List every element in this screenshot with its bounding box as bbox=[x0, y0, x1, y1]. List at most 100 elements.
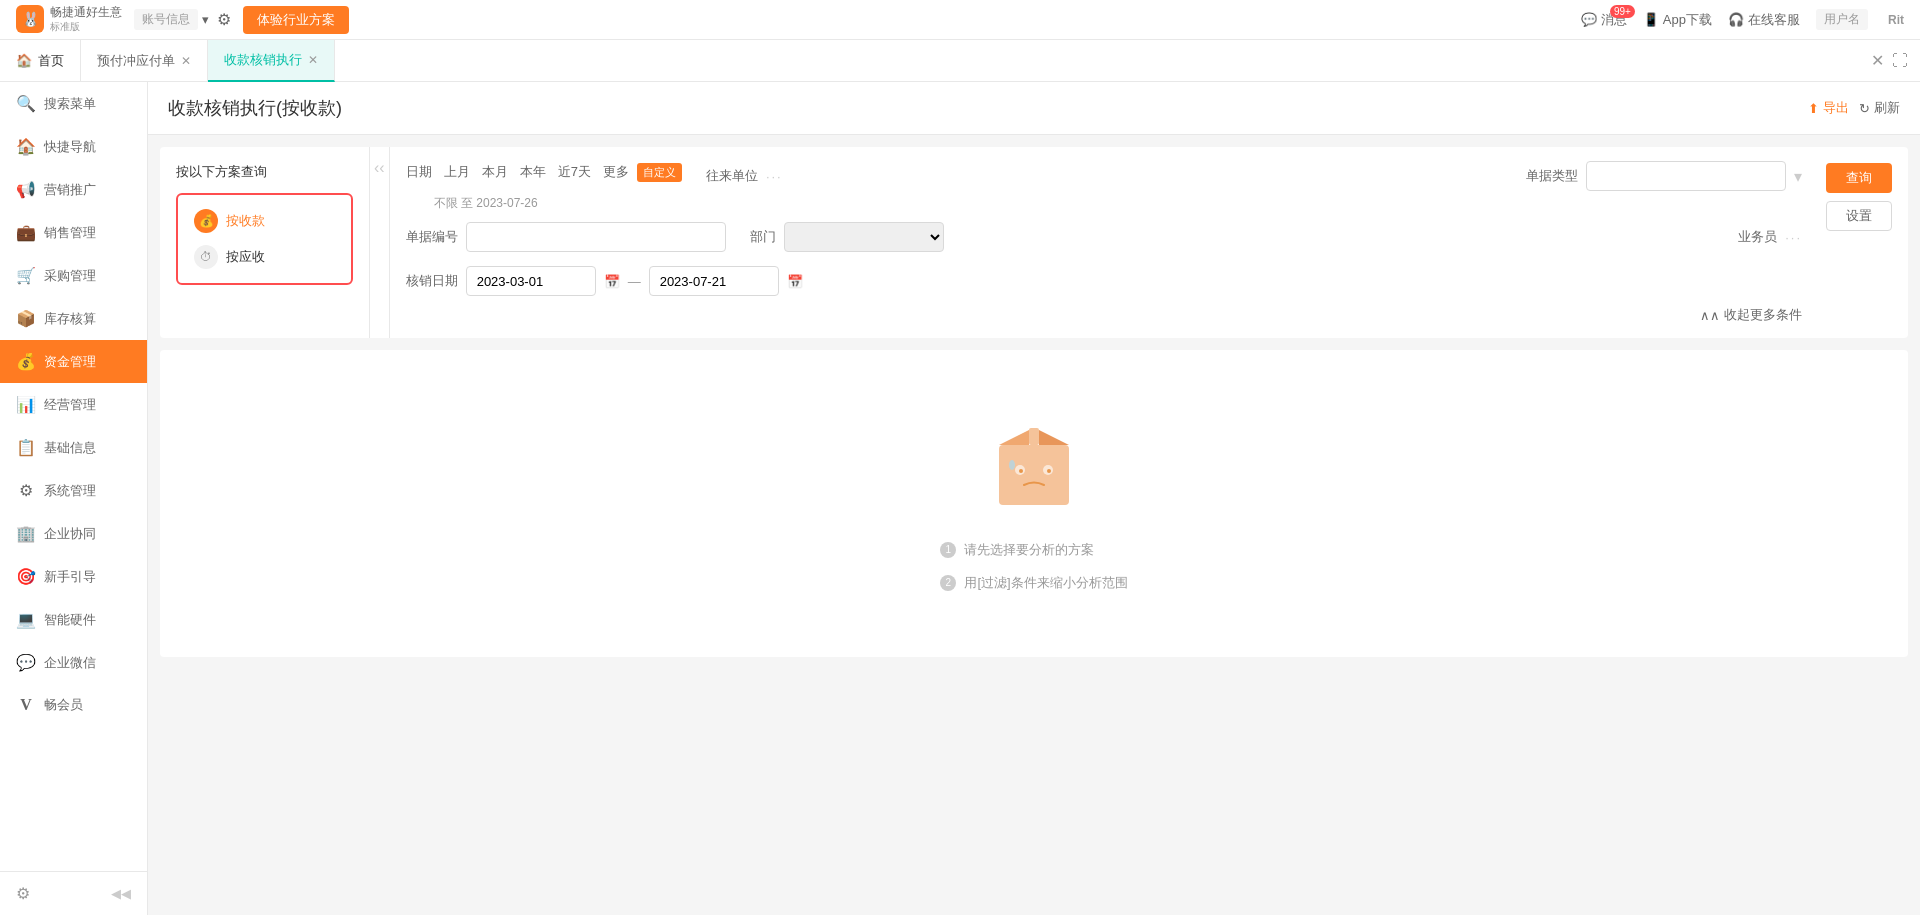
filter-sidebar: 按以下方案查询 💰 按收款 ⏱ 按应收 bbox=[160, 147, 370, 338]
sidebar-item-weixin[interactable]: 💬 企业微信 bbox=[0, 641, 147, 684]
industry-btn[interactable]: 体验行业方案 bbox=[243, 6, 349, 34]
doc-type-filter: 单据类型 ▾ bbox=[1526, 161, 1802, 191]
dept-select[interactable] bbox=[784, 222, 944, 252]
receipt-icon: 💰 bbox=[194, 209, 218, 233]
date-filter: 日期 上月 本月 本年 近7天 更多 自定义 bbox=[406, 161, 682, 183]
hint-num-1: 1 bbox=[940, 542, 956, 558]
home-nav-icon: 🏠 bbox=[16, 137, 36, 156]
counterpart-label: 往来单位 bbox=[706, 167, 758, 185]
export-btn[interactable]: ⬆ 导出 bbox=[1808, 99, 1849, 117]
logo-sub: 标准版 bbox=[50, 20, 122, 34]
finance-icon: 💰 bbox=[16, 352, 36, 371]
date-btn-7days[interactable]: 近7天 bbox=[554, 161, 595, 183]
tab-receivable-close[interactable]: ✕ bbox=[308, 53, 318, 67]
sidebar-item-member[interactable]: V 畅会员 bbox=[0, 684, 147, 726]
page-content: 收款核销执行(按收款) ⬆ 导出 ↻ 刷新 按以下方案查询 bbox=[148, 82, 1920, 915]
filter-collapse-handle[interactable]: ‹‹ bbox=[370, 147, 390, 338]
sidebar-item-search[interactable]: 🔍 搜索菜单 bbox=[0, 82, 147, 125]
tab-expand-icon[interactable]: ⛶ bbox=[1892, 52, 1908, 70]
settings-bottom-icon[interactable]: ⚙ bbox=[16, 884, 30, 903]
doc-type-dropdown-icon: ▾ bbox=[1794, 167, 1802, 186]
sidebar-item-nav-label: 快捷导航 bbox=[44, 138, 96, 156]
message-icon: 💬 bbox=[1581, 12, 1597, 27]
filter-main: 日期 上月 本月 本年 近7天 更多 自定义 bbox=[390, 147, 1818, 338]
date-label: 日期 bbox=[406, 163, 432, 181]
staff-label: 业务员 bbox=[1738, 228, 1777, 246]
service-btn[interactable]: 🎧 在线客服 bbox=[1728, 11, 1800, 29]
sidebar-item-marketing[interactable]: 📢 营销推广 bbox=[0, 168, 147, 211]
doc-no-filter: 单据编号 bbox=[406, 222, 726, 252]
collapse-more-btn[interactable]: ∧∧ 收起更多条件 bbox=[1700, 306, 1802, 324]
filter-option-receipt[interactable]: 💰 按收款 bbox=[186, 203, 343, 239]
sidebar-item-nav[interactable]: 🏠 快捷导航 bbox=[0, 125, 147, 168]
sidebar-item-collab[interactable]: 🏢 企业协同 bbox=[0, 512, 147, 555]
user-label[interactable]: 用户名 bbox=[1816, 9, 1868, 30]
sidebar-item-guide-label: 新手引导 bbox=[44, 568, 96, 586]
hint-text-1: 请先选择要分析的方案 bbox=[964, 536, 1094, 565]
verify-date-separator: — bbox=[628, 274, 641, 289]
page-title: 收款核销执行(按收款) bbox=[168, 96, 342, 134]
sidebar-item-guide[interactable]: 🎯 新手引导 bbox=[0, 555, 147, 598]
sidebar-item-finance[interactable]: 💰 资金管理 bbox=[0, 340, 147, 383]
svg-rect-1 bbox=[1029, 428, 1039, 445]
date-range-text: 不限 至 2023-07-26 bbox=[434, 195, 1802, 212]
collab-icon: 🏢 bbox=[16, 524, 36, 543]
empty-hints: 1 请先选择要分析的方案 2 用[过滤]条件来缩小分析范围 bbox=[940, 536, 1127, 597]
home-icon: 🏠 bbox=[16, 53, 32, 68]
date-btn-more[interactable]: 更多 bbox=[599, 161, 633, 183]
empty-hint-2: 2 用[过滤]条件来缩小分析范围 bbox=[940, 569, 1127, 598]
sidebar-item-hardware[interactable]: 💻 智能硬件 bbox=[0, 598, 147, 641]
filter-option-receivable[interactable]: ⏱ 按应收 bbox=[186, 239, 343, 275]
sidebar-item-operations-label: 经营管理 bbox=[44, 396, 96, 414]
verify-date-end-cal[interactable]: 📅 bbox=[787, 274, 803, 289]
verify-date-start-input[interactable] bbox=[466, 266, 596, 296]
dept-staff-row: 部门 业务员 ··· bbox=[750, 222, 1802, 252]
date-btn-this-month[interactable]: 本月 bbox=[478, 161, 512, 183]
sidebar-item-purchase[interactable]: 🛒 采购管理 bbox=[0, 254, 147, 297]
refresh-btn[interactable]: ↻ 刷新 bbox=[1859, 99, 1900, 117]
message-btn[interactable]: 💬 消息 99+ bbox=[1581, 11, 1627, 29]
counterpart-dots[interactable]: ··· bbox=[766, 169, 783, 184]
sidebar-collapse-btn[interactable]: ◀◀ bbox=[111, 886, 131, 901]
refresh-label: 刷新 bbox=[1874, 99, 1900, 117]
topbar: 🐰 畅捷通好生意 标准版 账号信息 ▾ ⚙ 体验行业方案 💬 消息 99+ 📱 … bbox=[0, 0, 1920, 40]
verify-date-label: 核销日期 bbox=[406, 272, 458, 290]
filter-container: 按以下方案查询 💰 按收款 ⏱ 按应收 ‹‹ bbox=[148, 135, 1920, 338]
sidebar-item-operations[interactable]: 📊 经营管理 bbox=[0, 383, 147, 426]
user-text: Rit bbox=[1888, 13, 1904, 27]
date-btn-custom[interactable]: 自定义 bbox=[637, 163, 682, 182]
query-btn[interactable]: 查询 bbox=[1826, 163, 1892, 193]
verify-date-start-cal[interactable]: 📅 bbox=[604, 274, 620, 289]
sidebar-item-system[interactable]: ⚙ 系统管理 bbox=[0, 469, 147, 512]
query-btn-group: 查询 设置 bbox=[1818, 147, 1908, 338]
tabbar-actions: ✕ ⛶ bbox=[1871, 51, 1920, 70]
sidebar-item-sales[interactable]: 💼 销售管理 bbox=[0, 211, 147, 254]
setting-btn[interactable]: 设置 bbox=[1826, 201, 1892, 231]
tab-prepay[interactable]: 预付冲应付单 ✕ bbox=[81, 40, 208, 82]
svg-point-5 bbox=[1047, 469, 1051, 473]
account-dropdown[interactable]: ▾ bbox=[202, 12, 209, 27]
verify-date-filter: 核销日期 📅 — 📅 bbox=[406, 266, 803, 296]
sidebar-item-basic[interactable]: 📋 基础信息 bbox=[0, 426, 147, 469]
staff-dots[interactable]: ··· bbox=[1785, 230, 1802, 245]
doc-no-input[interactable] bbox=[466, 222, 726, 252]
sidebar-item-inventory[interactable]: 📦 库存核算 bbox=[0, 297, 147, 340]
date-btn-this-year[interactable]: 本年 bbox=[516, 161, 550, 183]
topbar-right: 💬 消息 99+ 📱 App下载 🎧 在线客服 用户名 Rit bbox=[1581, 9, 1904, 30]
logo-text-block: 畅捷通好生意 标准版 bbox=[50, 5, 122, 33]
doc-type-select[interactable] bbox=[1586, 161, 1786, 191]
counterpart-filter: 往来单位 ··· bbox=[706, 167, 783, 185]
tab-close-all-icon[interactable]: ✕ bbox=[1871, 51, 1884, 70]
date-btn-last-month[interactable]: 上月 bbox=[440, 161, 474, 183]
svg-point-6 bbox=[1009, 460, 1015, 470]
verify-date-end-input[interactable] bbox=[649, 266, 779, 296]
sidebar-item-finance-label: 资金管理 bbox=[44, 353, 96, 371]
service-icon: 🎧 bbox=[1728, 12, 1744, 27]
settings-icon[interactable]: ⚙ bbox=[217, 10, 231, 29]
tab-prepay-close[interactable]: ✕ bbox=[181, 54, 191, 68]
filter-option-receivable-label: 按应收 bbox=[226, 248, 265, 266]
app-download-btn[interactable]: 📱 App下载 bbox=[1643, 11, 1712, 29]
tab-receivable[interactable]: 收款核销执行 ✕ bbox=[208, 40, 335, 82]
counterpart-doc-row: 往来单位 ··· 单据类型 ▾ bbox=[706, 161, 1802, 191]
tab-home[interactable]: 🏠 首页 bbox=[0, 40, 81, 82]
